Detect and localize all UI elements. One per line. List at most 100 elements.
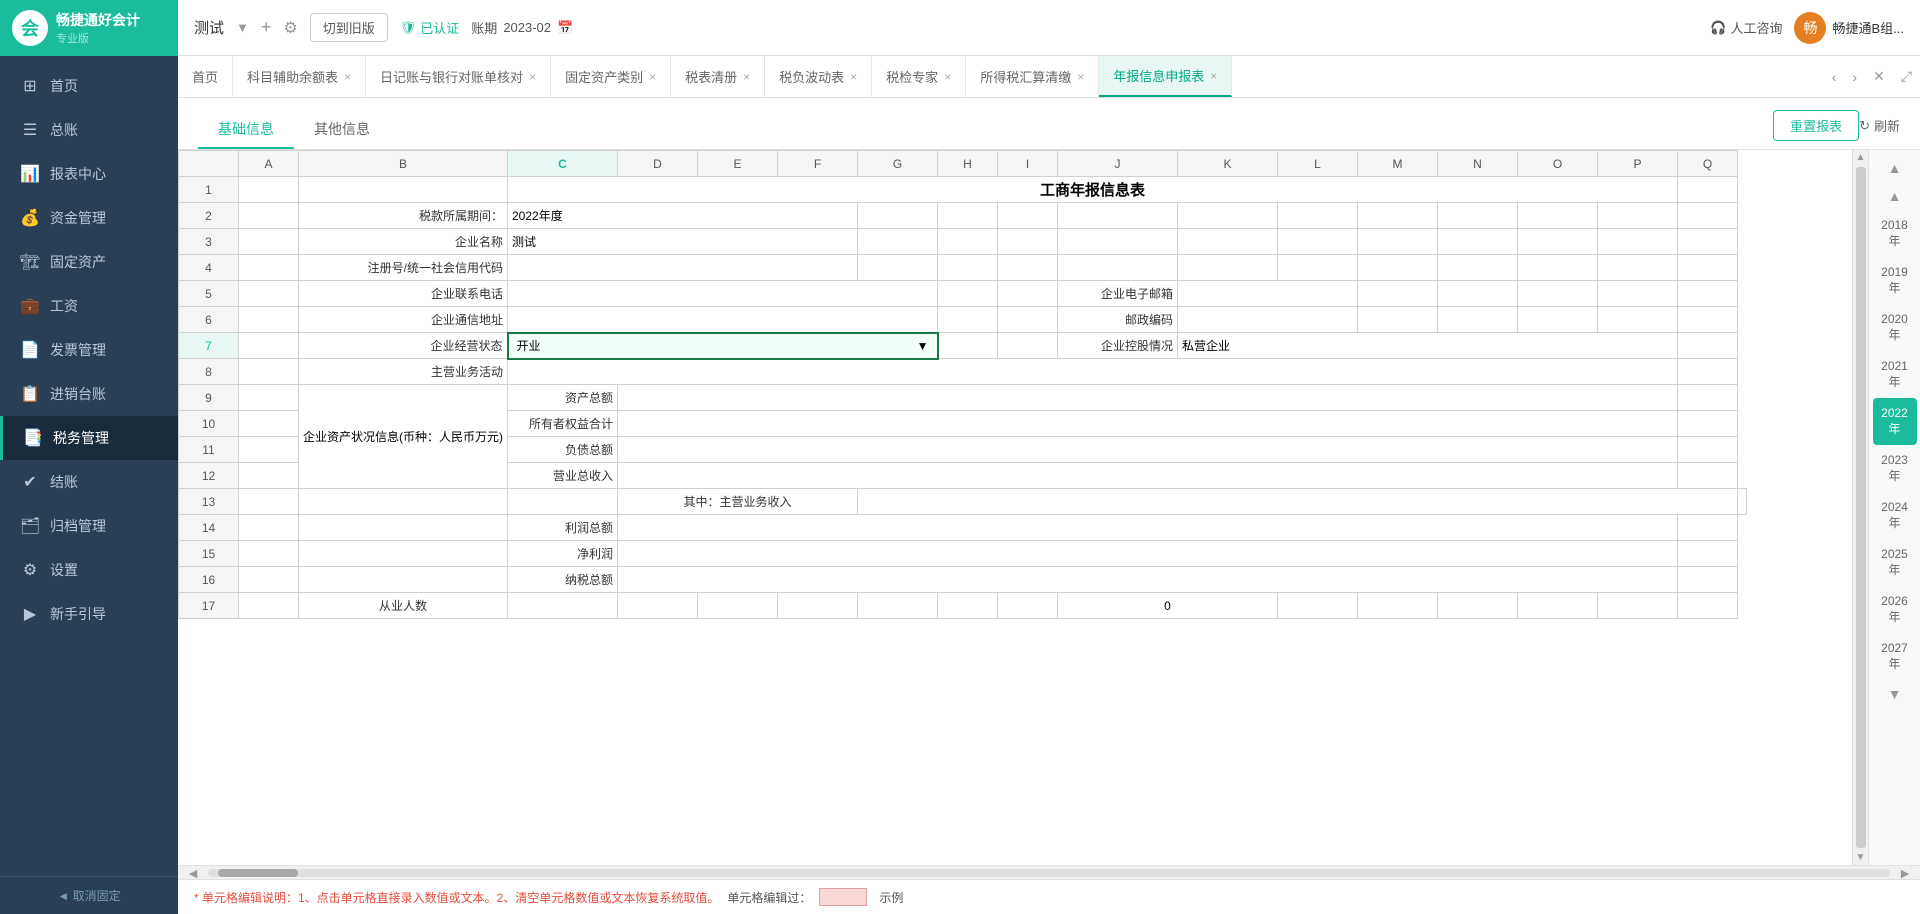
sidebar-item-首页[interactable]: ⊞首页 <box>0 64 178 108</box>
sidebar-item-固定资产[interactable]: 🏗固定资产 <box>0 240 178 284</box>
cell-n4[interactable] <box>1438 255 1518 281</box>
cell-q6[interactable] <box>1678 307 1738 333</box>
cell-a13[interactable] <box>239 489 299 515</box>
support-btn[interactable]: 🎧 人工咨询 <box>1710 18 1782 37</box>
cell-i3[interactable] <box>998 229 1058 255</box>
year-item-2019年[interactable]: 2019年 <box>1873 257 1917 304</box>
year-item-2024年[interactable]: 2024年 <box>1873 492 1917 539</box>
cell-h4[interactable] <box>938 255 998 281</box>
col-header-f[interactable]: F <box>778 151 858 177</box>
tab-close-icon[interactable]: × <box>1077 70 1084 84</box>
cell-h7[interactable] <box>938 333 998 359</box>
topbar-dropdown-icon[interactable]: ▼ <box>236 20 249 35</box>
cell-o6[interactable] <box>1518 307 1598 333</box>
spreadsheet-container[interactable]: A B C D E F G H I J <box>178 150 1852 865</box>
cell-e17[interactable] <box>698 593 778 619</box>
col-header-a[interactable]: A <box>239 151 299 177</box>
sidebar-item-工资[interactable]: 💼工资 <box>0 284 178 328</box>
sidebar-item-归档管理[interactable]: 🗂归档管理 <box>0 504 178 548</box>
cell-c15[interactable]: 净利润 <box>508 541 618 567</box>
cell-k3[interactable] <box>1178 229 1278 255</box>
cell-g3[interactable] <box>858 229 938 255</box>
year-item-2018年[interactable]: 2018年 <box>1873 210 1917 257</box>
cell-g4[interactable] <box>858 255 938 281</box>
tab-固定资产类别[interactable]: 固定资产类别× <box>551 56 671 97</box>
cell-b7[interactable]: 企业经营状态 <box>299 333 508 359</box>
cell-q7[interactable] <box>1678 333 1738 359</box>
cell-a16[interactable] <box>239 567 299 593</box>
cell-c12[interactable]: 营业总收入 <box>508 463 618 489</box>
year-item-2021年[interactable]: 2021年 <box>1873 351 1917 398</box>
cell-g2[interactable] <box>858 203 938 229</box>
cell-c16[interactable]: 纳税总额 <box>508 567 618 593</box>
cell-a11[interactable] <box>239 437 299 463</box>
year-up-btn[interactable]: ▲ <box>1877 154 1913 182</box>
tab-close-icon[interactable]: × <box>850 70 857 84</box>
cell-a17[interactable] <box>239 593 299 619</box>
cell-c6[interactable] <box>508 307 938 333</box>
cell-o5[interactable] <box>1518 281 1598 307</box>
year-item-2022年[interactable]: 2022年 <box>1873 398 1917 445</box>
cell-c4[interactable] <box>508 255 858 281</box>
year-item-2025年[interactable]: 2025年 <box>1873 539 1917 586</box>
cell-o3[interactable] <box>1518 229 1598 255</box>
sidebar-item-进销台账[interactable]: 📋进销台账 <box>0 372 178 416</box>
cell-i5[interactable] <box>998 281 1058 307</box>
cell-b17[interactable]: 从业人数 <box>299 593 508 619</box>
year-down-btn[interactable]: ▼ <box>1877 680 1913 708</box>
col-header-g[interactable]: G <box>858 151 938 177</box>
cell-a14[interactable] <box>239 515 299 541</box>
cell-b13[interactable] <box>299 489 508 515</box>
topbar-settings-icon[interactable]: ⚙ <box>283 18 297 38</box>
cell-c8[interactable] <box>508 359 1678 385</box>
sidebar-item-资金管理[interactable]: 💰资金管理 <box>0 196 178 240</box>
cell-b8[interactable]: 主营业务活动 <box>299 359 508 385</box>
tab-税负波动表[interactable]: 税负波动表× <box>765 56 872 97</box>
col-header-m[interactable]: M <box>1358 151 1438 177</box>
cell-d11[interactable] <box>618 437 1678 463</box>
col-header-d[interactable]: D <box>618 151 698 177</box>
cell-j4[interactable] <box>1058 255 1178 281</box>
tab-expand-btn[interactable]: ⤢ <box>1893 68 1920 85</box>
cell-f17[interactable] <box>778 593 858 619</box>
col-header-i[interactable]: I <box>998 151 1058 177</box>
year-item-2027年[interactable]: 2027年 <box>1873 633 1917 680</box>
cell-b16[interactable] <box>299 567 508 593</box>
cell-j3[interactable] <box>1058 229 1178 255</box>
cell-j6[interactable]: 邮政编码 <box>1058 307 1178 333</box>
cell-o2[interactable] <box>1518 203 1598 229</box>
cell-c10[interactable]: 所有者权益合计 <box>508 411 618 437</box>
cell-j17[interactable]: 0 <box>1058 593 1278 619</box>
cell-a12[interactable] <box>239 463 299 489</box>
cell-a15[interactable] <box>239 541 299 567</box>
cell-q11[interactable] <box>1678 437 1738 463</box>
vscroll-bar[interactable]: ▲ ▼ <box>1852 150 1868 865</box>
cell-b5[interactable]: 企业联系电话 <box>299 281 508 307</box>
cell-a6[interactable] <box>239 307 299 333</box>
cell-j7[interactable]: 企业控股情况 <box>1058 333 1178 359</box>
tab-next-btn[interactable]: › <box>1844 69 1865 85</box>
cell-a3[interactable] <box>239 229 299 255</box>
cell-q1[interactable] <box>1678 177 1738 203</box>
cell-p17[interactable] <box>1598 593 1678 619</box>
tab-科目辅助余额表[interactable]: 科目辅助余额表× <box>233 56 366 97</box>
col-header-h[interactable]: H <box>938 151 998 177</box>
cell-m6[interactable] <box>1358 307 1438 333</box>
cell-h17[interactable] <box>938 593 998 619</box>
cell-i17[interactable] <box>998 593 1058 619</box>
cell-c14[interactable]: 利润总额 <box>508 515 618 541</box>
cell-p6[interactable] <box>1598 307 1678 333</box>
year-item-2026年[interactable]: 2026年 <box>1873 586 1917 633</box>
tab-税表清册[interactable]: 税表清册× <box>671 56 765 97</box>
col-header-j[interactable]: J <box>1058 151 1178 177</box>
cell-q10[interactable] <box>1678 411 1738 437</box>
col-header-b[interactable]: B <box>299 151 508 177</box>
sidebar-item-报表中心[interactable]: 📊报表中心 <box>0 152 178 196</box>
cell-c3[interactable]: 测试 <box>508 229 858 255</box>
year-item-2020年[interactable]: 2020年 <box>1873 304 1917 351</box>
subtab-基础信息[interactable]: 基础信息 <box>198 111 294 149</box>
cell-a8[interactable] <box>239 359 299 385</box>
cell-q15[interactable] <box>1678 541 1738 567</box>
cell-h5[interactable] <box>938 281 998 307</box>
reset-report-button[interactable]: 重置报表 <box>1773 110 1859 141</box>
